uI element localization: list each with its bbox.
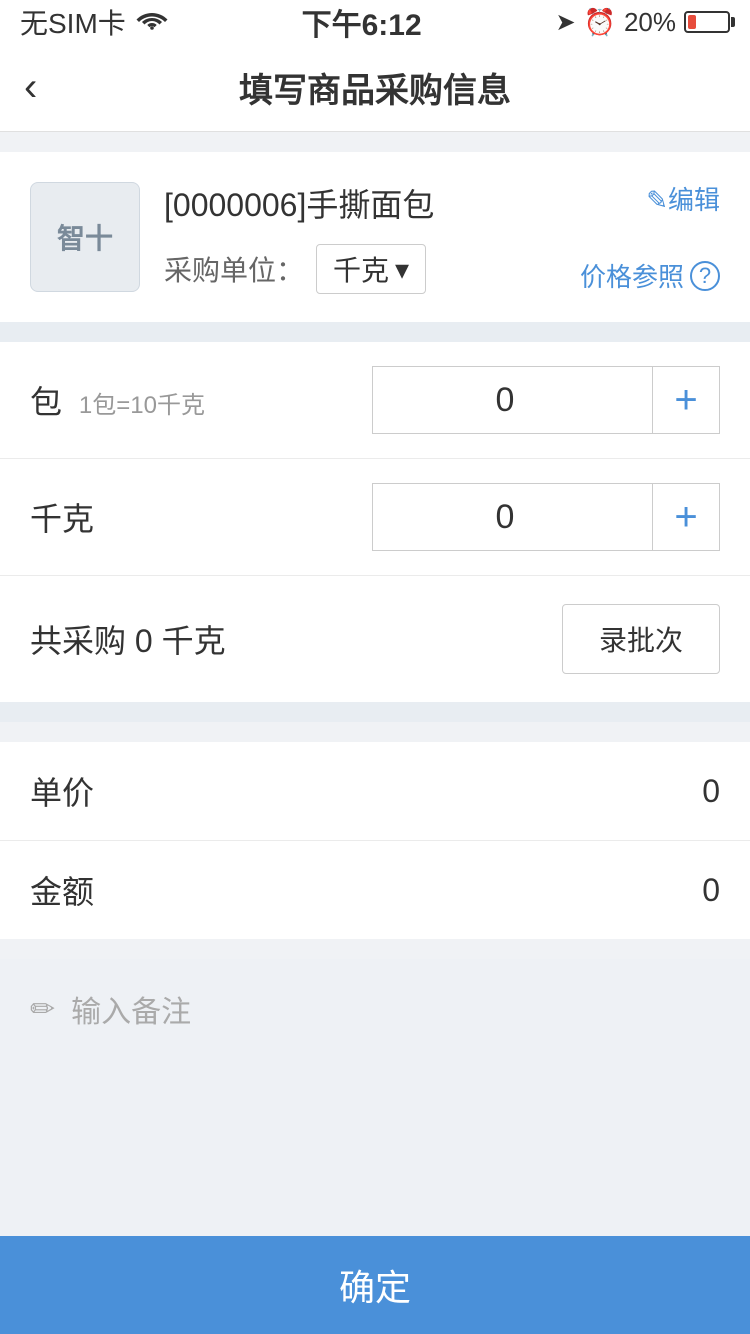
unit-dropdown-arrow: ▾ — [395, 253, 409, 286]
confirm-bar[interactable]: 确定 — [0, 1236, 750, 1334]
carrier-label: 无SIM卡 — [20, 2, 126, 42]
remark-placeholder: 输入备注 — [71, 987, 191, 1031]
product-card: 智十 [0000006]手撕面包 采购单位： 千克 ▾ ✎编辑 价格参照 ? — [0, 152, 750, 322]
kg-plus-button[interactable]: + — [652, 483, 720, 551]
nav-bar: ‹ 填写商品采购信息 — [0, 44, 750, 132]
unit-value: 千克 — [333, 249, 389, 289]
bao-plus-button[interactable]: + — [652, 366, 720, 434]
unit-price-row: 单价 0 — [0, 742, 750, 841]
back-button[interactable]: ‹ — [24, 65, 37, 110]
remark-section[interactable]: ✏ 输入备注 — [0, 959, 750, 1059]
location-icon: ➤ — [555, 8, 575, 37]
unit-select[interactable]: 千克 ▾ — [316, 244, 426, 294]
kg-input-row: 千克 + — [0, 459, 750, 576]
status-right: ➤ ⏰ 20% — [555, 7, 730, 38]
alarm-icon: ⏰ — [584, 7, 616, 38]
price-ref-help-icon: ? — [690, 261, 720, 291]
status-bar: 无SIM卡 下午6:12 ➤ ⏰ 20% — [0, 0, 750, 44]
section-divider-1 — [0, 322, 750, 342]
unit-price-value: 0 — [702, 773, 720, 810]
status-left: 无SIM卡 — [20, 2, 168, 42]
input-section: 包 1包=10千克 + 千克 + — [0, 342, 750, 576]
total-row: 共采购 0 千克 录批次 — [0, 576, 750, 702]
wifi-icon — [136, 6, 168, 38]
bao-label: 包 1包=10千克 — [30, 377, 205, 423]
bao-input-row: 包 1包=10千克 + — [0, 342, 750, 459]
confirm-button[interactable]: 确定 — [339, 1259, 411, 1311]
edit-button[interactable]: ✎编辑 — [646, 180, 720, 217]
kg-label: 千克 — [30, 494, 94, 540]
amount-row: 金额 0 — [0, 841, 750, 939]
page-title: 填写商品采购信息 — [239, 63, 511, 112]
amount-label: 金额 — [30, 867, 94, 913]
total-amount: 0 — [135, 623, 153, 659]
price-ref-label: 价格参照 — [580, 257, 684, 294]
status-time: 下午6:12 — [302, 0, 422, 44]
bao-sub-label: 1包=10千克 — [79, 392, 205, 419]
section-divider-2 — [0, 702, 750, 722]
pencil-icon: ✏ — [30, 992, 55, 1027]
bao-input[interactable] — [372, 366, 652, 434]
total-label: 共采购 0 千克 — [30, 616, 226, 662]
kg-input-right: + — [372, 483, 720, 551]
product-name: [0000006]手撕面包 — [164, 180, 720, 226]
info-section: 单价 0 金额 0 — [0, 742, 750, 939]
price-ref-button[interactable]: 价格参照 ? — [580, 257, 720, 294]
batch-button[interactable]: 录批次 — [562, 604, 720, 674]
battery-percent: 20% — [624, 7, 676, 38]
kg-input[interactable] — [372, 483, 652, 551]
bao-input-right: + — [372, 366, 720, 434]
amount-value: 0 — [702, 872, 720, 909]
unit-prefix-label: 采购单位： — [164, 249, 304, 289]
product-thumbnail: 智十 — [30, 182, 140, 292]
unit-price-label: 单价 — [30, 768, 94, 814]
content-spacer — [0, 1059, 750, 1259]
battery-icon — [684, 11, 730, 33]
total-unit: 千克 — [162, 623, 226, 659]
